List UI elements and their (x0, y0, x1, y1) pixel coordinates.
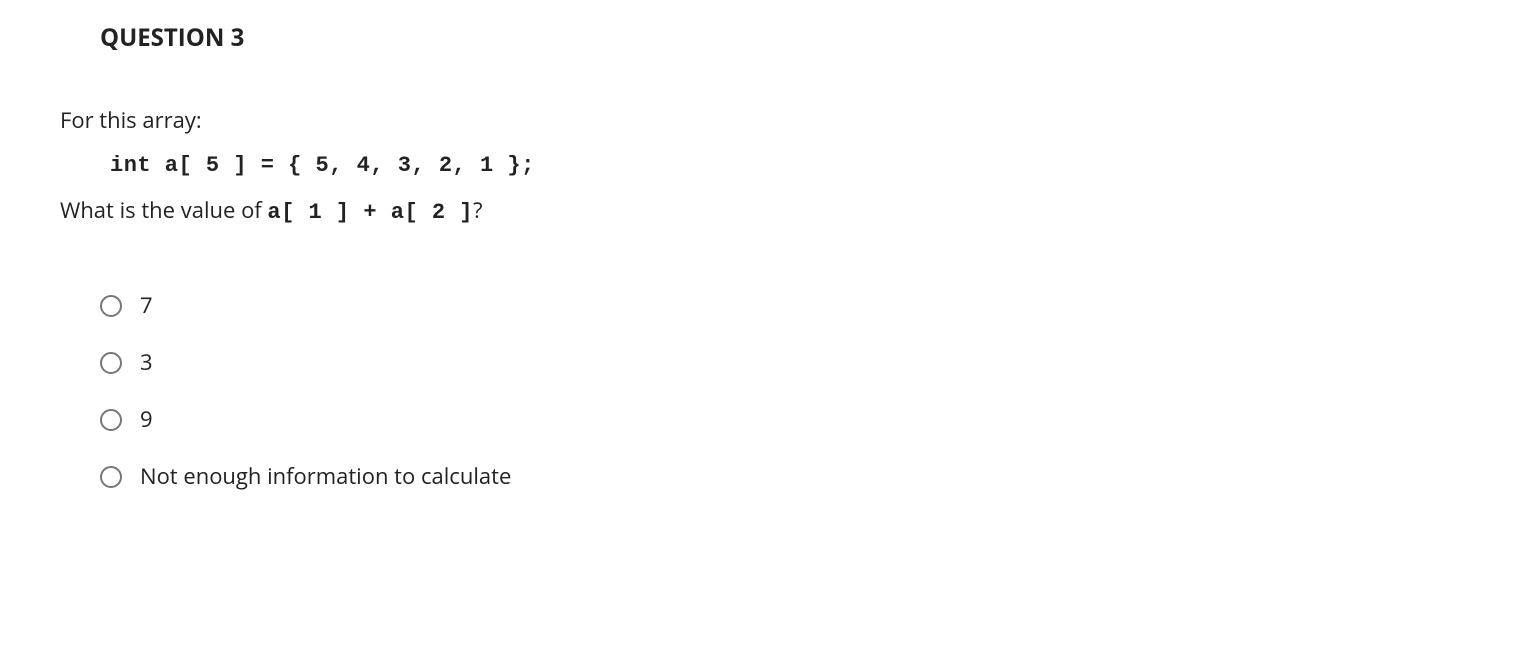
option-label: 3 (140, 346, 153, 379)
prompt-intro: For this array: (60, 104, 1470, 137)
option-1[interactable]: 7 (100, 289, 1470, 322)
radio-icon (100, 352, 122, 374)
code-declaration: int a[ 5 ] = { 5, 4, 3, 2, 1 }; (110, 149, 1470, 182)
option-2[interactable]: 3 (100, 346, 1470, 379)
radio-icon (100, 295, 122, 317)
prompt-suffix: ? (473, 195, 483, 225)
prompt-expression: a[ 1 ] + a[ 2 ] (267, 200, 473, 225)
prompt-question: What is the value of a[ 1 ] + a[ 2 ]? (60, 194, 1470, 229)
question-heading: QUESTION 3 (100, 20, 1470, 56)
option-label: Not enough information to calculate (140, 460, 511, 493)
radio-icon (100, 409, 122, 431)
option-label: 7 (140, 289, 153, 322)
option-label: 9 (140, 403, 153, 436)
option-4[interactable]: Not enough information to calculate (100, 460, 1470, 493)
options-group: 7 3 9 Not enough information to calculat… (100, 289, 1470, 493)
prompt-prefix: What is the value of (60, 195, 267, 225)
option-3[interactable]: 9 (100, 403, 1470, 436)
radio-icon (100, 466, 122, 488)
